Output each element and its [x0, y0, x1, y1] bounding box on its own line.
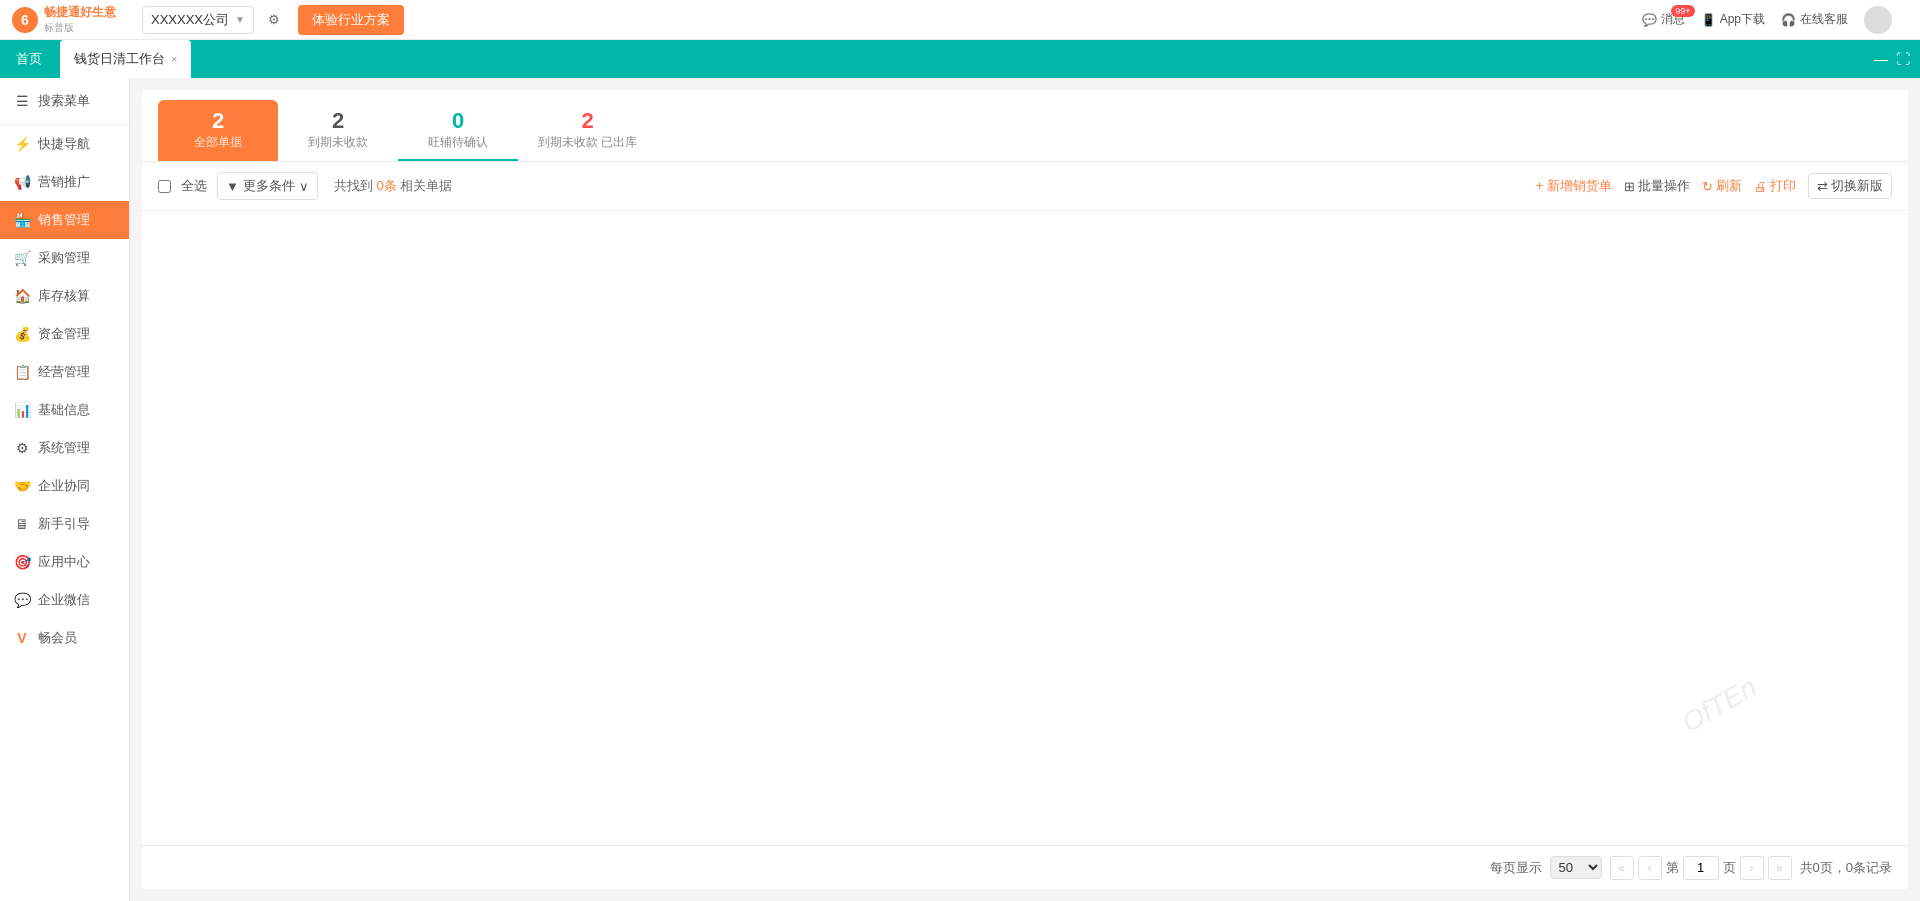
tab-all-orders[interactable]: 2 全部单据 [158, 100, 278, 161]
toolbar-right: + 新增销货单 ⊞ 批量操作 ↻ 刷新 🖨 打印 ⇄ [1536, 173, 1892, 199]
sidebar-search-area: ☰ 搜索菜单 [0, 78, 129, 125]
pagination-bar: 每页显示 50 20 100 « ‹ 第 页 › » 共0页，0条记录 [142, 845, 1908, 889]
sidebar-item-cooperation[interactable]: 🤝 企业协同 [0, 467, 129, 505]
batch-operation-button[interactable]: ⊞ 批量操作 [1624, 177, 1690, 195]
filter-icon: ▼ [226, 179, 239, 194]
print-icon: 🖨 [1754, 179, 1767, 194]
avatar[interactable] [1864, 6, 1892, 34]
page-prev-button[interactable]: ‹ [1638, 856, 1662, 880]
sales-icon: 🏪 [14, 212, 30, 228]
sidebar-item-guide[interactable]: 🖥 新手引导 [0, 505, 129, 543]
download-icon: 📱 [1701, 13, 1716, 27]
online-service-button[interactable]: 🎧 在线客服 [1781, 11, 1848, 28]
marketing-icon: 📢 [14, 174, 30, 190]
tab-close-button[interactable]: × [171, 53, 177, 65]
gear-icon: ⚙ [268, 12, 280, 27]
find-count: 0条 [377, 178, 397, 193]
page-label: 第 [1666, 859, 1679, 877]
sidebar-item-search-menu[interactable]: ☰ 搜索菜单 [8, 86, 121, 116]
page-nav: « ‹ 第 页 › » [1610, 856, 1792, 880]
message-badge: 99+ [1671, 5, 1694, 17]
finance-icon: 💰 [14, 326, 30, 342]
sidebar-item-wechat[interactable]: 💬 企业微信 [0, 581, 129, 619]
cooperation-icon: 🤝 [14, 478, 30, 494]
header-right: 💬 消息 99+ 📱 App下载 🎧 在线客服 [1642, 6, 1908, 34]
page-next-button[interactable]: › [1740, 856, 1764, 880]
print-button[interactable]: 🖨 打印 [1754, 177, 1796, 195]
message-icon: 💬 [1642, 13, 1657, 27]
page-unit: 页 [1723, 859, 1736, 877]
select-all-checkbox[interactable] [158, 180, 171, 193]
app-center-icon: 🎯 [14, 554, 30, 570]
sidebar-item-system[interactable]: ⚙ 系统管理 [0, 429, 129, 467]
filter-button[interactable]: ▼ 更多条件 ∨ [217, 172, 318, 200]
batch-icon: ⊞ [1624, 179, 1635, 194]
operations-icon: 📋 [14, 364, 30, 380]
basic-info-icon: 📊 [14, 402, 30, 418]
page-input[interactable] [1683, 856, 1719, 880]
sidebar-item-inventory[interactable]: 🏠 库存核算 [0, 277, 129, 315]
add-order-button[interactable]: + 新增销货单 [1536, 177, 1612, 195]
top-header: 6 畅捷通好生意 标普版 XXXXXX公司 ▼ ⚙ 体验行业方案 💬 消息 99… [0, 0, 1920, 40]
sidebar-item-member[interactable]: V 畅会员 [0, 619, 129, 657]
content-area: 2 全部单据 2 到期未收款 0 旺辅待确认 2 到期未收款 已出库 [130, 78, 1920, 901]
toolbar: 全选 ▼ 更多条件 ∨ 共找到 0条 相关单据 + 新增销货单 ⊞ 批量操作 [142, 162, 1908, 211]
switch-version-button[interactable]: ⇄ 切换新版 [1808, 173, 1892, 199]
maximize-icon[interactable]: ⛶ [1896, 51, 1910, 67]
content-inner: 2 全部单据 2 到期未收款 0 旺辅待确认 2 到期未收款 已出库 [142, 90, 1908, 889]
tab-overdue-uncollected[interactable]: 2 到期未收款 [278, 100, 398, 161]
filter-arrow: ∨ [299, 179, 309, 194]
inventory-icon: 🏠 [14, 288, 30, 304]
tab-qinghuori[interactable]: 钱货日清工作台 × [60, 40, 191, 78]
search-icon: ☰ [14, 93, 30, 109]
sidebar-item-operations[interactable]: 📋 经营管理 [0, 353, 129, 391]
purchase-icon: 🛒 [14, 250, 30, 266]
sidebar-item-finance[interactable]: 💰 资金管理 [0, 315, 129, 353]
app-download-button[interactable]: 📱 App下载 [1701, 11, 1765, 28]
company-selector[interactable]: XXXXXX公司 ▼ [142, 6, 254, 34]
sidebar-item-marketing[interactable]: 📢 营销推广 [0, 163, 129, 201]
page-first-button[interactable]: « [1610, 856, 1634, 880]
member-icon: V [14, 630, 30, 646]
wechat-icon: 💬 [14, 592, 30, 608]
sidebar-item-app-center[interactable]: 🎯 应用中心 [0, 543, 129, 581]
tab-pending-confirm[interactable]: 0 旺辅待确认 [398, 100, 518, 161]
sidebar: ☰ 搜索菜单 ⚡ 快捷导航 📢 营销推广 🏪 销售管理 🛒 采购管理 🏠 库存核… [0, 78, 130, 901]
system-icon: ⚙ [14, 440, 30, 456]
minimize-icon[interactable]: — [1874, 51, 1888, 67]
page-size-label: 每页显示 [1490, 859, 1542, 877]
sidebar-item-basic-info[interactable]: 📊 基础信息 [0, 391, 129, 429]
guide-icon: 🖥 [14, 516, 30, 532]
page-total-info: 共0页，0条记录 [1800, 859, 1892, 877]
refresh-icon: ↻ [1702, 179, 1713, 194]
logo-icon: 6 [12, 7, 38, 33]
settings-button[interactable]: ⚙ [260, 6, 288, 34]
switch-icon: ⇄ [1817, 179, 1828, 194]
find-text: 共找到 0条 相关单据 [334, 177, 452, 195]
tab-home[interactable]: 首页 [0, 40, 58, 78]
lightning-icon: ⚡ [14, 136, 30, 152]
tab-bar-right: — ⛶ [1874, 51, 1920, 67]
tab-bar: 首页 钱货日清工作台 × — ⛶ [0, 40, 1920, 78]
summary-tabs: 2 全部单据 2 到期未收款 0 旺辅待确认 2 到期未收款 已出库 [142, 90, 1908, 162]
sidebar-item-quick-nav[interactable]: ⚡ 快捷导航 [0, 125, 129, 163]
page-last-button[interactable]: » [1768, 856, 1792, 880]
tab-overdue-shipped[interactable]: 2 到期未收款 已出库 [518, 100, 657, 161]
message-button[interactable]: 💬 消息 99+ [1642, 11, 1685, 28]
logo-text: 畅捷通好生意 标普版 [44, 4, 116, 35]
select-all-label[interactable]: 全选 [181, 177, 207, 195]
company-dropdown-arrow: ▼ [235, 14, 245, 25]
sidebar-item-purchase[interactable]: 🛒 采购管理 [0, 239, 129, 277]
table-area [142, 211, 1908, 845]
sidebar-item-sales[interactable]: 🏪 销售管理 [0, 201, 129, 239]
logo-area: 6 畅捷通好生意 标普版 [12, 4, 142, 35]
service-icon: 🎧 [1781, 13, 1796, 27]
page-size-select[interactable]: 50 20 100 [1550, 856, 1602, 879]
try-industry-button[interactable]: 体验行业方案 [298, 5, 404, 35]
main-layout: ☰ 搜索菜单 ⚡ 快捷导航 📢 营销推广 🏪 销售管理 🛒 采购管理 🏠 库存核… [0, 78, 1920, 901]
refresh-button[interactable]: ↻ 刷新 [1702, 177, 1742, 195]
